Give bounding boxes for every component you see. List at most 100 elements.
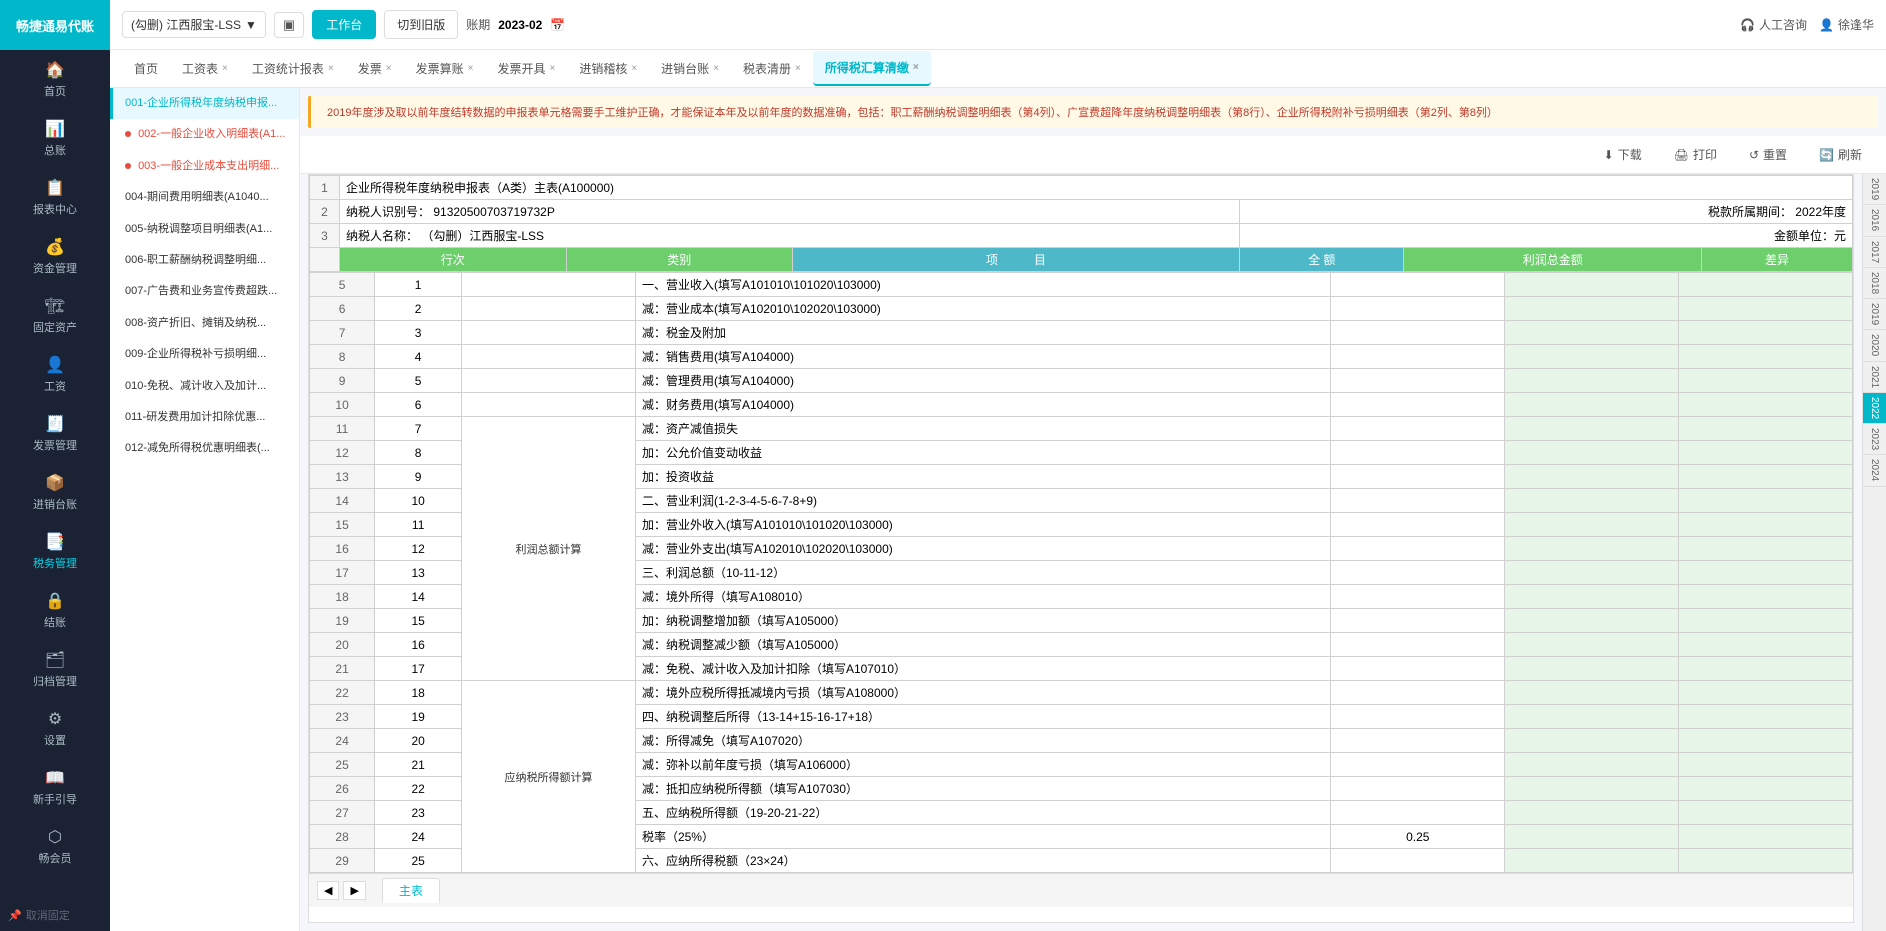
tab-payroll-stats-close[interactable]: × — [328, 63, 334, 74]
amount-cell[interactable] — [1331, 489, 1505, 513]
amount-cell[interactable] — [1331, 561, 1505, 585]
profit-cell[interactable] — [1505, 849, 1679, 873]
sidebar-item-ledger[interactable]: 📊 总账 — [0, 109, 110, 168]
profit-cell[interactable] — [1505, 537, 1679, 561]
switch-old-button[interactable]: 切到旧版 — [384, 10, 458, 39]
year-2024[interactable]: 2024 — [1863, 455, 1886, 486]
diff-cell[interactable] — [1679, 825, 1853, 849]
tab-invoice-issue-close[interactable]: × — [549, 63, 555, 74]
item-cell[interactable]: 加：纳税调整增加额（填写A105000） — [635, 609, 1330, 633]
diff-cell[interactable] — [1679, 609, 1853, 633]
profit-cell[interactable] — [1505, 729, 1679, 753]
item-cell[interactable]: 加：公允价值变动收益 — [635, 441, 1330, 465]
sidebar-item-settings[interactable]: ⚙ 设置 — [0, 699, 110, 758]
left-panel-item-011[interactable]: 011-研发费用加计扣除优惠... — [110, 402, 299, 433]
tab-home[interactable]: 首页 — [122, 52, 170, 85]
left-panel-item-012[interactable]: 012-减免所得税优惠明细表(... — [110, 433, 299, 464]
item-cell[interactable]: 减：营业成本(填写A102010\102020\103000) — [635, 297, 1330, 321]
tab-purchase-audit[interactable]: 进销稽核 × — [567, 52, 649, 85]
diff-cell[interactable] — [1679, 273, 1853, 297]
tab-invoice[interactable]: 发票 × — [346, 52, 404, 85]
amount-cell[interactable] — [1331, 729, 1505, 753]
item-cell[interactable]: 减：免税、减计收入及加计扣除（填写A107010） — [635, 657, 1330, 681]
diff-cell[interactable] — [1679, 753, 1853, 777]
item-cell[interactable]: 减：税金及附加 — [635, 321, 1330, 345]
profit-cell[interactable] — [1505, 489, 1679, 513]
profit-cell[interactable] — [1505, 273, 1679, 297]
diff-cell[interactable] — [1679, 513, 1853, 537]
left-panel-item-003[interactable]: 003-一般企业成本支出明细... — [110, 151, 299, 182]
profit-cell[interactable] — [1505, 369, 1679, 393]
left-panel-item-009[interactable]: 009-企业所得税补亏损明细... — [110, 339, 299, 370]
left-panel-item-007[interactable]: 007-广告费和业务宣传费超跌... — [110, 276, 299, 307]
profit-cell[interactable] — [1505, 561, 1679, 585]
item-cell[interactable]: 加：投资收益 — [635, 465, 1330, 489]
sidebar-item-guide[interactable]: 📖 新手引导 — [0, 758, 110, 817]
amount-cell[interactable] — [1331, 321, 1505, 345]
tab-invoice-calc-close[interactable]: × — [468, 63, 474, 74]
sheet-tab-main[interactable]: 主表 — [382, 878, 440, 903]
amount-cell[interactable] — [1331, 753, 1505, 777]
diff-cell[interactable] — [1679, 369, 1853, 393]
sidebar-item-reports[interactable]: 📋 报表中心 — [0, 168, 110, 227]
profit-cell[interactable] — [1505, 345, 1679, 369]
document-icon-btn[interactable]: ▣ — [274, 12, 304, 38]
tab-invoice-close[interactable]: × — [386, 63, 392, 74]
diff-cell[interactable] — [1679, 393, 1853, 417]
year-2018[interactable]: 2018 — [1863, 268, 1886, 299]
sidebar-item-member[interactable]: ⬡ 畅会员 — [0, 817, 110, 876]
profit-cell[interactable] — [1505, 825, 1679, 849]
unpin-button[interactable]: 📌 取消固定 — [0, 899, 110, 931]
item-cell[interactable]: 减：销售费用(填写A104000) — [635, 345, 1330, 369]
refresh-button[interactable]: 🔄 刷新 — [1811, 142, 1870, 167]
amount-cell[interactable] — [1331, 777, 1505, 801]
profit-cell[interactable] — [1505, 441, 1679, 465]
item-cell[interactable]: 减：弥补以前年度亏损（填写A106000） — [635, 753, 1330, 777]
amount-cell[interactable] — [1331, 345, 1505, 369]
diff-cell[interactable] — [1679, 585, 1853, 609]
item-cell[interactable]: 减：境外所得（填写A108010） — [635, 585, 1330, 609]
amount-cell[interactable] — [1331, 681, 1505, 705]
left-panel-item-010[interactable]: 010-免税、减计收入及加计... — [110, 371, 299, 402]
profit-cell[interactable] — [1505, 585, 1679, 609]
profit-cell[interactable] — [1505, 465, 1679, 489]
item-cell[interactable]: 五、应纳税所得额（19-20-21-22） — [635, 801, 1330, 825]
amount-cell[interactable] — [1331, 393, 1505, 417]
company-selector[interactable]: (勾删) 江西服宝-LSS ▼ — [122, 11, 266, 38]
tab-tax-list-close[interactable]: × — [795, 63, 801, 74]
profit-cell[interactable] — [1505, 321, 1679, 345]
year-2019[interactable]: 2019 — [1863, 174, 1886, 205]
amount-cell[interactable]: 0.25 — [1331, 825, 1505, 849]
diff-cell[interactable] — [1679, 729, 1853, 753]
amount-cell[interactable] — [1331, 513, 1505, 537]
diff-cell[interactable] — [1679, 537, 1853, 561]
diff-cell[interactable] — [1679, 489, 1853, 513]
diff-cell[interactable] — [1679, 321, 1853, 345]
left-panel-item-005[interactable]: 005-纳税调整项目明细表(A1... — [110, 214, 299, 245]
item-cell[interactable]: 一、营业收入(填写A101010\101020\103000) — [635, 273, 1330, 297]
diff-cell[interactable] — [1679, 705, 1853, 729]
year-2016[interactable]: 2016 — [1863, 205, 1886, 236]
year-2017[interactable]: 2017 — [1863, 237, 1886, 268]
tab-payroll[interactable]: 工资表 × — [170, 52, 240, 85]
item-cell[interactable]: 减：抵扣应纳税所得额（填写A107030） — [635, 777, 1330, 801]
diff-cell[interactable] — [1679, 441, 1853, 465]
sidebar-item-fixed-assets[interactable]: 🏗 固定资产 — [0, 286, 110, 345]
amount-cell[interactable] — [1331, 441, 1505, 465]
workbench-button[interactable]: 工作台 — [312, 10, 376, 39]
profit-cell[interactable] — [1505, 513, 1679, 537]
item-cell[interactable]: 减：境外应税所得抵减境内亏损（填写A108000） — [635, 681, 1330, 705]
amount-cell[interactable] — [1331, 465, 1505, 489]
diff-cell[interactable] — [1679, 777, 1853, 801]
profit-cell[interactable] — [1505, 681, 1679, 705]
amount-cell[interactable] — [1331, 537, 1505, 561]
profit-cell[interactable] — [1505, 801, 1679, 825]
tab-payroll-close[interactable]: × — [222, 63, 228, 74]
diff-cell[interactable] — [1679, 801, 1853, 825]
year-2019b[interactable]: 2019 — [1863, 299, 1886, 330]
tab-purchase-ledger-close[interactable]: × — [713, 63, 719, 74]
item-cell[interactable]: 减：管理费用(填写A104000) — [635, 369, 1330, 393]
diff-cell[interactable] — [1679, 417, 1853, 441]
tab-income-tax[interactable]: 所得税汇算清缴 × — [813, 51, 931, 86]
item-cell[interactable]: 减：纳税调整减少额（填写A105000） — [635, 633, 1330, 657]
